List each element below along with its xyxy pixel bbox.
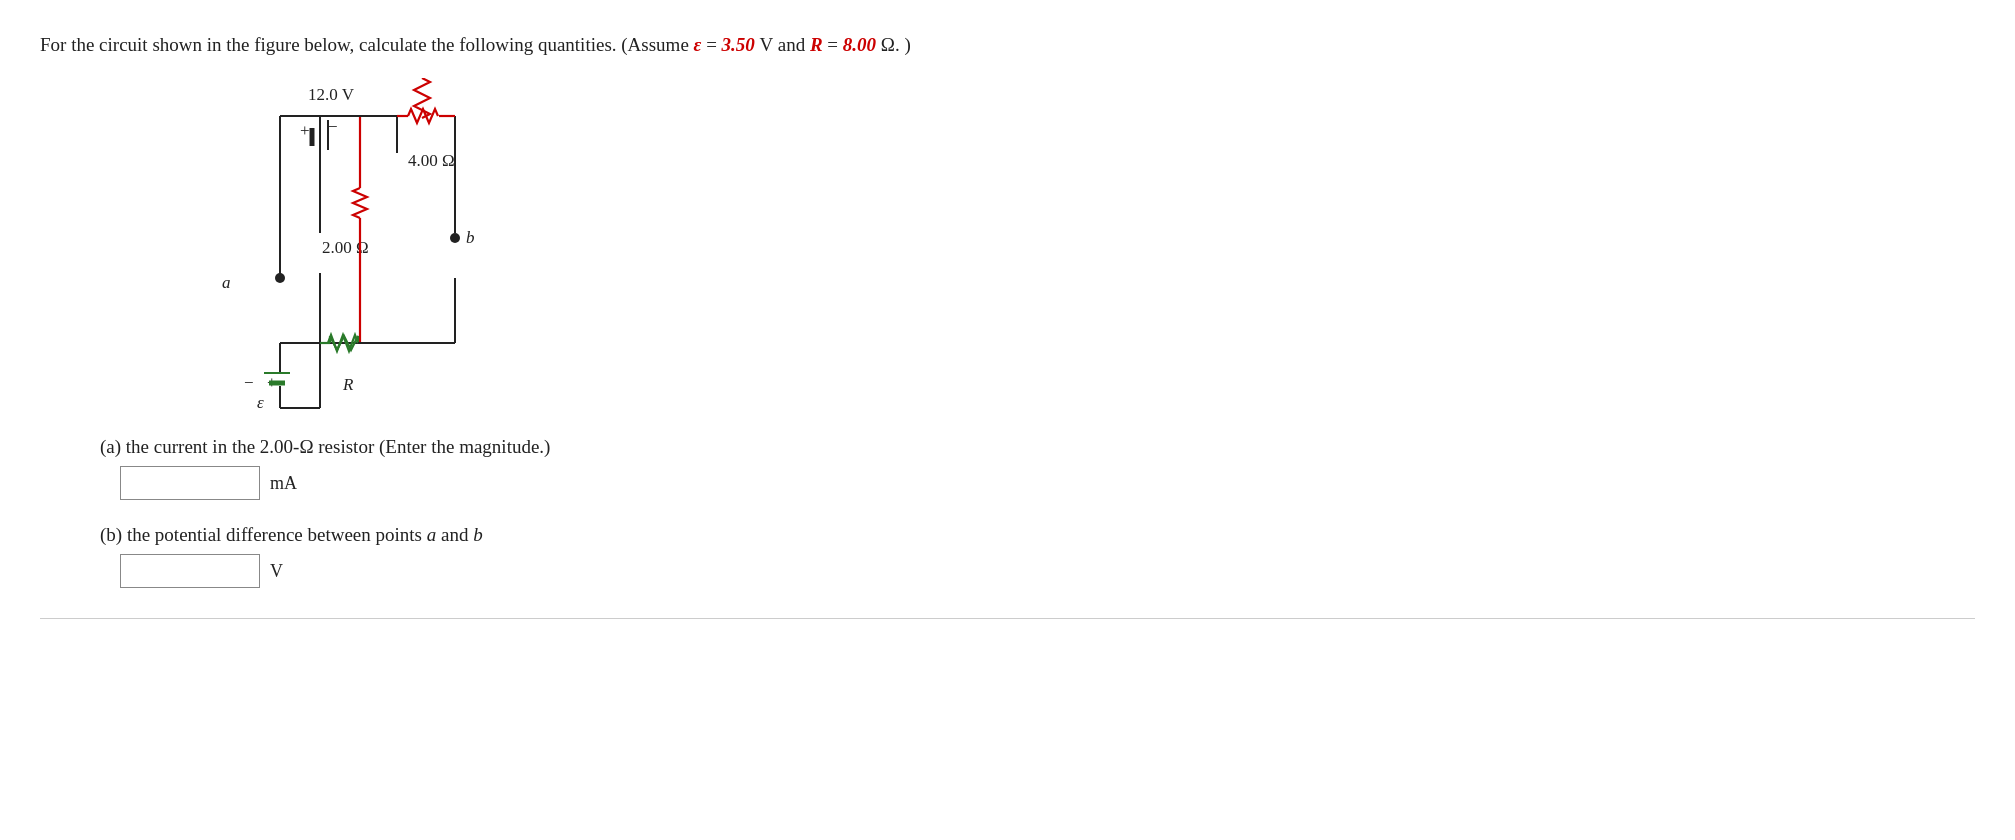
part-b-and: and <box>436 524 473 545</box>
minus-top: − <box>328 117 338 136</box>
unit2: Ω. ) <box>876 34 911 55</box>
circuit-diagram: 12.0 V + − 4.00 Ω b 2.00 Ω a − + R ε <box>160 78 520 418</box>
value1: 3.50 <box>722 34 755 55</box>
resistor-2ohm-wiggle <box>353 188 367 218</box>
r1-label: 4.00 Ω <box>408 151 455 170</box>
part-b-answer-row: V <box>120 554 1975 588</box>
part-b-b: b <box>473 524 483 545</box>
part-b-input[interactable] <box>120 554 260 588</box>
resistor-4ohm-wiggle <box>408 109 438 123</box>
voltage-label: 12.0 V <box>308 85 355 104</box>
problem-intro: For the circuit shown in the figure belo… <box>40 30 1975 60</box>
b-dot <box>450 233 460 243</box>
part-a-input[interactable] <box>120 466 260 500</box>
epsilon-label: ε <box>257 393 264 412</box>
part-a-answer-row: mA <box>120 466 1975 500</box>
part-b-unit: V <box>270 561 283 582</box>
part-a-label: (a) the current in the 2.00-Ω resistor (… <box>100 436 1975 458</box>
part-b-a: a <box>427 524 437 545</box>
bottom-divider <box>40 618 1975 619</box>
equals2: = <box>823 34 843 55</box>
plus-top: + <box>300 121 310 140</box>
b-label: b <box>466 228 475 247</box>
a-label: a <box>222 273 231 292</box>
value2: 8.00 <box>843 34 876 55</box>
minus-bottom: − <box>244 373 254 392</box>
unit1: V and <box>755 34 810 55</box>
R-symbol: R <box>810 34 823 55</box>
part-a-unit: mA <box>270 473 297 494</box>
a-dot <box>275 273 285 283</box>
equals1: = <box>701 34 721 55</box>
intro-text: For the circuit shown in the figure belo… <box>40 34 694 55</box>
part-b-label-pre: (b) the potential difference between poi… <box>100 524 427 545</box>
r2-label: 2.00 Ω <box>322 238 369 257</box>
part-b-label: (b) the potential difference between poi… <box>100 524 1975 546</box>
R-label: R <box>342 375 354 394</box>
